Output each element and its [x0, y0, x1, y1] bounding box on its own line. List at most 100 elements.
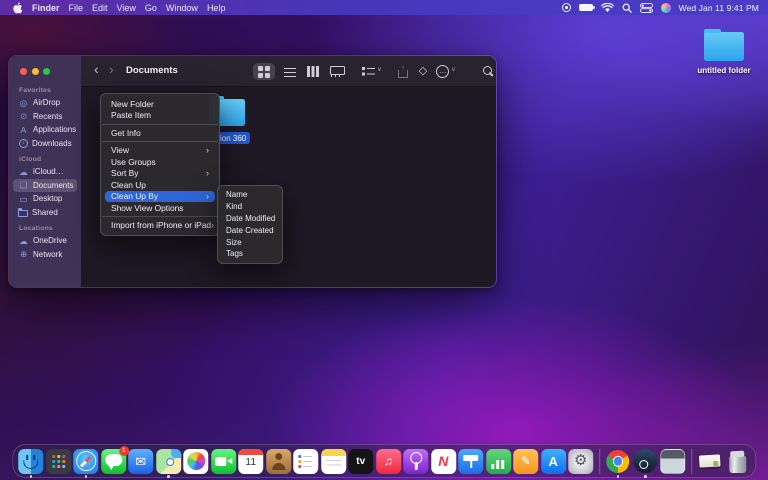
dock-pages[interactable] — [513, 449, 538, 474]
context-menu-item-new-folder[interactable]: New Folder — [105, 98, 215, 110]
chevron-down-icon: ∨ — [377, 66, 381, 73]
dock-minimized-window[interactable] — [660, 449, 685, 474]
dock-finder[interactable] — [18, 449, 43, 474]
submenu-item-kind[interactable]: Kind — [221, 201, 279, 213]
numbers-icon — [486, 449, 511, 474]
menubar-menu-help[interactable]: Help — [207, 3, 226, 13]
sidebar-item-documents[interactable]: ❏Documents — [13, 179, 77, 193]
gallery-view-button[interactable] — [325, 63, 347, 80]
list-view-button[interactable] — [279, 63, 301, 80]
dock-safari[interactable] — [73, 449, 98, 474]
tags-button[interactable]: ◇ — [412, 63, 434, 80]
search-button[interactable] — [478, 63, 497, 80]
icon-view-button[interactable] — [253, 63, 275, 80]
context-menu-item-get-info[interactable]: Get Info — [105, 127, 215, 139]
ellipsis-circle-icon: … — [436, 65, 449, 78]
window-controls — [9, 66, 81, 81]
dock-notes[interactable] — [321, 449, 346, 474]
dock-apple-tv[interactable] — [348, 449, 373, 474]
sidebar-item-label: iCloud… — [33, 167, 64, 176]
apple-tv-icon — [348, 449, 373, 474]
sidebar-item-onedrive[interactable]: ☁OneDrive — [13, 234, 77, 248]
apple-logo-icon — [12, 2, 23, 14]
dock-app-store[interactable] — [541, 449, 566, 474]
dock-messages[interactable]: 1 — [101, 449, 126, 474]
dock-launchpad[interactable] — [46, 449, 71, 474]
column-view-button[interactable] — [302, 63, 324, 80]
context-menu-item-clean-up-by[interactable]: Clean Up By› — [105, 191, 215, 203]
dock-maps[interactable] — [156, 449, 181, 474]
menubar-clock[interactable]: Wed Jan 11 9:41 PM — [679, 3, 759, 13]
back-button[interactable]: ‹ — [94, 62, 99, 76]
search-icon — [483, 66, 495, 78]
desktop-icon-untitled-folder[interactable]: untitled folder — [697, 29, 751, 75]
context-menu-item-import-from-iphone-or-ipad[interactable]: Import from iPhone or iPad› — [105, 220, 215, 232]
dock-steam[interactable] — [633, 449, 658, 474]
share-icon: ↑ — [398, 65, 408, 78]
running-indicator — [29, 475, 32, 478]
screen-record-icon[interactable] — [562, 3, 571, 12]
submenu-item-tags[interactable]: Tags — [221, 248, 279, 260]
menubar-menu-window[interactable]: Window — [166, 3, 198, 13]
finder-icon — [18, 449, 43, 474]
submenu-item-date-created[interactable]: Date Created — [221, 224, 279, 236]
sidebar-item-applications[interactable]: AApplications — [13, 123, 77, 137]
control-center-icon[interactable] — [640, 3, 653, 13]
submenu-item-name[interactable]: Name — [221, 189, 279, 201]
gallery-view-icon — [330, 66, 343, 77]
dock-trash[interactable] — [725, 449, 750, 474]
search-icon[interactable] — [622, 3, 632, 13]
context-menu-item-clean-up[interactable]: Clean Up — [105, 179, 215, 191]
dock-numbers[interactable] — [486, 449, 511, 474]
dock-calendar[interactable]: 11 — [238, 449, 263, 474]
group-by-button[interactable]: ∨ — [357, 63, 387, 80]
dock-chrome[interactable] — [605, 449, 630, 474]
dock-facetime[interactable] — [211, 449, 236, 474]
more-actions-button[interactable]: …∨ — [432, 63, 460, 80]
context-menu-item-use-groups[interactable]: Use Groups — [105, 156, 215, 168]
zoom-button[interactable] — [43, 68, 50, 75]
dock-news[interactable] — [431, 449, 456, 474]
sidebar-item-shared[interactable]: Shared — [13, 206, 77, 220]
launchpad-icon — [46, 449, 71, 474]
menubar-menu-file[interactable]: File — [69, 3, 84, 13]
forward-button[interactable]: › — [109, 62, 114, 76]
siri-icon[interactable] — [661, 3, 671, 13]
context-menu-item-show-view-options[interactable]: Show View Options — [105, 202, 215, 214]
share-button[interactable]: ↑ — [392, 63, 414, 80]
close-button[interactable] — [20, 68, 27, 75]
calendar-date-label: 11 — [238, 456, 263, 468]
menu-separator — [102, 141, 218, 142]
dock-contacts[interactable] — [266, 449, 291, 474]
sidebar-item-desktop[interactable]: ▭Desktop — [13, 192, 77, 206]
dock-downloads-stack[interactable] — [697, 449, 722, 474]
context-menu-item-view[interactable]: View› — [105, 145, 215, 157]
notification-badge: 1 — [119, 446, 129, 456]
sidebar-item-network[interactable]: ⊕Network — [13, 248, 77, 262]
dock-podcasts[interactable] — [403, 449, 428, 474]
menubar-menu-finder[interactable]: Finder — [32, 3, 60, 13]
menubar-menu-edit[interactable]: Edit — [92, 3, 108, 13]
context-menu-item-sort-by[interactable]: Sort By› — [105, 168, 215, 180]
apple-menu[interactable] — [0, 2, 32, 14]
dock-reminders[interactable] — [293, 449, 318, 474]
dock-photos[interactable] — [183, 449, 208, 474]
sidebar-item-icloud[interactable]: ☁iCloud… — [13, 165, 77, 179]
dock-keynote[interactable] — [458, 449, 483, 474]
submenu-item-size[interactable]: Size — [221, 236, 279, 248]
sidebar-item-airdrop[interactable]: ◎AirDrop — [13, 96, 77, 110]
dock-mail[interactable] — [128, 449, 153, 474]
submenu-item-date-modified[interactable]: Date Modified — [221, 213, 279, 225]
minimize-button[interactable] — [32, 68, 39, 75]
context-menu-item-paste-item[interactable]: Paste Item — [105, 110, 215, 122]
battery-icon[interactable] — [579, 4, 593, 11]
sidebar-item-recents[interactable]: ⊙Recents — [13, 110, 77, 124]
dock-system-preferences[interactable] — [568, 449, 593, 474]
menubar-menu-view[interactable]: View — [117, 3, 136, 13]
running-indicator — [84, 475, 87, 478]
sidebar-item-downloads[interactable]: ↓Downloads — [13, 137, 77, 151]
menubar-menu-go[interactable]: Go — [145, 3, 157, 13]
dock-music[interactable] — [376, 449, 401, 474]
pages-icon — [513, 449, 538, 474]
wifi-icon[interactable] — [601, 3, 614, 13]
